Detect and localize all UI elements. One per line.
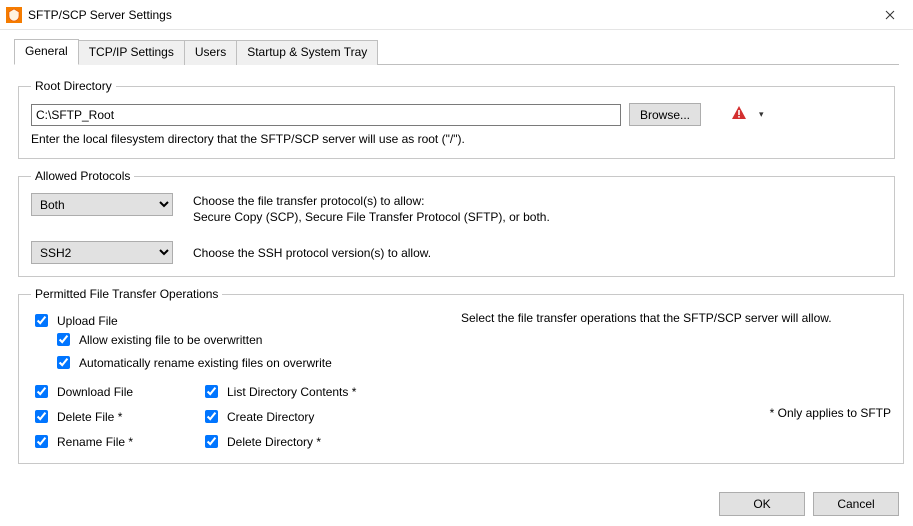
titlebar: SFTP/SCP Server Settings [0,0,913,30]
warning-icon[interactable] [731,105,747,124]
cancel-button[interactable]: Cancel [813,492,899,516]
ssh-protocol-description: Choose the SSH protocol version(s) to al… [193,245,431,261]
ok-button[interactable]: OK [719,492,805,516]
browse-button[interactable]: Browse... [629,103,701,126]
group-allowed-protocols: Allowed Protocols Both Choose the file t… [18,169,895,277]
perm-description: Select the file transfer operations that… [461,311,891,325]
checkbox-create-directory[interactable]: Create Directory [201,407,461,426]
checkbox-delete-file[interactable]: Delete File * [31,407,201,426]
tab-general[interactable]: General [14,39,79,65]
root-legend: Root Directory [31,79,116,93]
tabs: General TCP/IP Settings Users Startup & … [14,38,899,65]
warning-dropdown-caret[interactable]: ▾ [759,109,764,120]
checkbox-rename-file[interactable]: Rename File * [31,432,201,451]
ssh-protocol-select[interactable]: SSH2 [31,241,173,264]
transfer-protocol-select[interactable]: Both [31,193,173,216]
tab-users[interactable]: Users [184,40,237,65]
tab-startup[interactable]: Startup & System Tray [236,40,378,65]
root-hint: Enter the local filesystem directory tha… [31,132,882,146]
checkbox-list-directory[interactable]: List Directory Contents * [201,382,461,401]
dialog-button-bar: OK Cancel [719,492,899,516]
transfer-protocol-description: Choose the file transfer protocol(s) to … [193,193,550,225]
checkbox-delete-directory[interactable]: Delete Directory * [201,432,461,451]
proto-legend: Allowed Protocols [31,169,134,183]
close-button[interactable] [867,0,913,30]
checkbox-allow-overwrite[interactable]: Allow existing file to be overwritten [53,330,461,349]
checkbox-auto-rename[interactable]: Automatically rename existing files on o… [53,353,461,372]
group-permitted-operations: Permitted File Transfer Operations Uploa… [18,287,904,464]
app-icon [6,7,22,23]
perm-legend: Permitted File Transfer Operations [31,287,222,301]
checkbox-download-file[interactable]: Download File [31,382,201,401]
perm-footnote: * Only applies to SFTP [461,406,891,420]
window-title: SFTP/SCP Server Settings [28,8,172,22]
checkbox-upload-file[interactable]: Upload File [31,311,461,330]
root-path-input[interactable] [31,104,621,126]
tab-tcpip[interactable]: TCP/IP Settings [78,40,185,65]
group-root-directory: Root Directory Browse... ▾ Enter the loc… [18,79,895,159]
